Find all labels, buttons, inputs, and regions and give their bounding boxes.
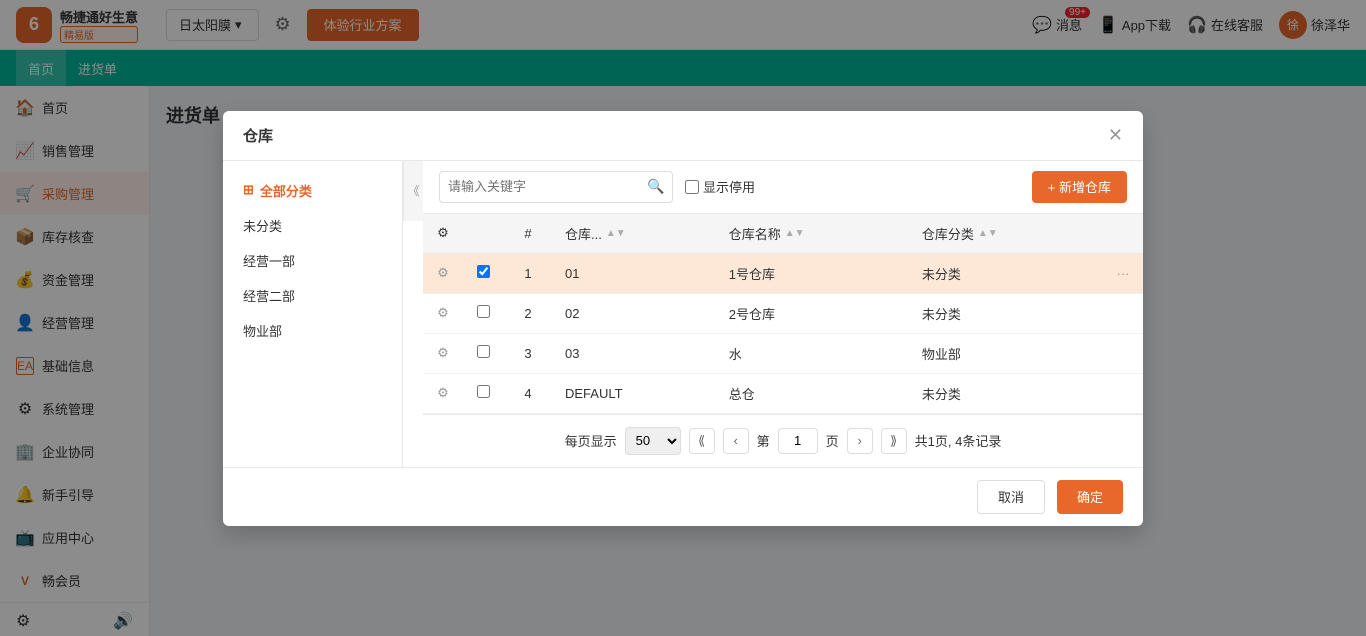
warehouse-table: ⚙ # 仓库... ▲▼ <box>423 214 1143 414</box>
row-category: 未分类 <box>910 373 1103 413</box>
category-all[interactable]: ⊞ 全部分类 <box>223 173 402 208</box>
first-page-btn[interactable]: ⟪ <box>689 428 715 454</box>
per-page-label: 每页显示 <box>565 431 617 450</box>
dialog-body: ⊞ 全部分类 未分类 经营一部 经营二部 物业部 《 <box>223 161 1143 467</box>
row-checkbox-cell <box>463 373 503 413</box>
row-checkbox[interactable] <box>477 385 490 398</box>
confirm-button[interactable]: 确定 <box>1057 480 1123 514</box>
row-more[interactable] <box>1103 373 1143 413</box>
cancel-button[interactable]: 取消 <box>977 480 1045 514</box>
total-info: 共1页, 4条记录 <box>915 431 1002 450</box>
row-checkbox[interactable] <box>477 345 490 358</box>
row-category: 未分类 <box>910 253 1103 293</box>
show-disabled-checkbox[interactable] <box>685 180 699 194</box>
row-num: 2 <box>503 293 553 333</box>
th-category: 仓库分类 ▲▼ <box>910 214 1103 254</box>
row-checkbox[interactable] <box>477 265 490 278</box>
category-ops1[interactable]: 经营一部 <box>223 243 402 278</box>
pagination: 每页显示 50 10 20 100 ⟪ ‹ 第 页 › ⟫ 共1页, 4条记录 <box>423 414 1143 467</box>
row-checkbox[interactable] <box>477 305 490 318</box>
sidebar-collapse-button[interactable]: 《 <box>403 161 423 221</box>
row-code: 03 <box>553 333 717 373</box>
category-property[interactable]: 物业部 <box>223 313 402 348</box>
th-actions <box>1103 214 1143 254</box>
page-unit: 页 <box>826 431 839 450</box>
search-input[interactable] <box>440 179 640 194</box>
search-box: 🔍 <box>439 171 673 203</box>
sort-name-icon: ▲▼ <box>785 228 805 239</box>
last-page-btn[interactable]: ⟫ <box>881 428 907 454</box>
search-button[interactable]: 🔍 <box>640 171 672 203</box>
row-settings[interactable]: ⚙ <box>423 293 463 333</box>
row-settings[interactable]: ⚙ <box>423 333 463 373</box>
dialog-category-sidebar: ⊞ 全部分类 未分类 经营一部 经营二部 物业部 <box>223 161 403 467</box>
dialog-footer: 取消 确定 <box>223 467 1143 526</box>
row-code: DEFAULT <box>553 373 717 413</box>
modal-overlay: 仓库 ✕ ⊞ 全部分类 未分类 经营一部 经营二部 <box>0 0 1366 636</box>
table-row[interactable]: ⚙ 2 02 2号仓库 未分类 <box>423 293 1143 333</box>
row-num: 4 <box>503 373 553 413</box>
dialog-toolbar: 🔍 显示停用 + 新增仓库 <box>423 161 1143 214</box>
page-label: 第 <box>757 431 770 450</box>
sort-code-icon: ▲▼ <box>606 228 626 239</box>
row-name: 水 <box>717 333 910 373</box>
row-code: 01 <box>553 253 717 293</box>
sort-category-icon: ▲▼ <box>978 228 998 239</box>
th-num: # <box>503 214 553 254</box>
table-row[interactable]: ⚙ 3 03 水 物业部 <box>423 333 1143 373</box>
th-code: 仓库... ▲▼ <box>553 214 717 254</box>
add-warehouse-button[interactable]: + 新增仓库 <box>1032 171 1127 203</box>
dialog-header: 仓库 ✕ <box>223 111 1143 161</box>
category-unclassified[interactable]: 未分类 <box>223 208 402 243</box>
row-name: 2号仓库 <box>717 293 910 333</box>
row-category: 物业部 <box>910 333 1103 373</box>
row-name: 1号仓库 <box>717 253 910 293</box>
row-more[interactable] <box>1103 293 1143 333</box>
row-name: 总仓 <box>717 373 910 413</box>
row-checkbox-cell <box>463 253 503 293</box>
row-num: 1 <box>503 253 553 293</box>
next-page-btn[interactable]: › <box>847 428 873 454</box>
dialog-close-button[interactable]: ✕ <box>1108 125 1123 146</box>
row-more[interactable]: ··· <box>1103 253 1143 293</box>
th-settings: ⚙ <box>423 214 463 254</box>
th-name: 仓库名称 ▲▼ <box>717 214 910 254</box>
page-number-input[interactable] <box>778 428 818 454</box>
row-checkbox-cell <box>463 333 503 373</box>
dialog-main-area: 🔍 显示停用 + 新增仓库 ⚙ <box>423 161 1143 467</box>
table-row[interactable]: ⚙ 4 DEFAULT 总仓 未分类 <box>423 373 1143 413</box>
show-disabled-label[interactable]: 显示停用 <box>685 177 755 196</box>
dialog-title: 仓库 <box>243 125 273 146</box>
prev-page-btn[interactable]: ‹ <box>723 428 749 454</box>
row-category: 未分类 <box>910 293 1103 333</box>
row-settings[interactable]: ⚙ <box>423 253 463 293</box>
row-code: 02 <box>553 293 717 333</box>
row-more[interactable] <box>1103 333 1143 373</box>
grid-icon: ⊞ <box>243 182 254 198</box>
row-num: 3 <box>503 333 553 373</box>
th-checkbox <box>463 214 503 254</box>
per-page-select[interactable]: 50 10 20 100 <box>625 427 681 455</box>
table-row[interactable]: ⚙ 1 01 1号仓库 未分类 ··· <box>423 253 1143 293</box>
row-settings[interactable]: ⚙ <box>423 373 463 413</box>
row-checkbox-cell <box>463 293 503 333</box>
warehouse-dialog: 仓库 ✕ ⊞ 全部分类 未分类 经营一部 经营二部 <box>223 111 1143 526</box>
category-ops2[interactable]: 经营二部 <box>223 278 402 313</box>
